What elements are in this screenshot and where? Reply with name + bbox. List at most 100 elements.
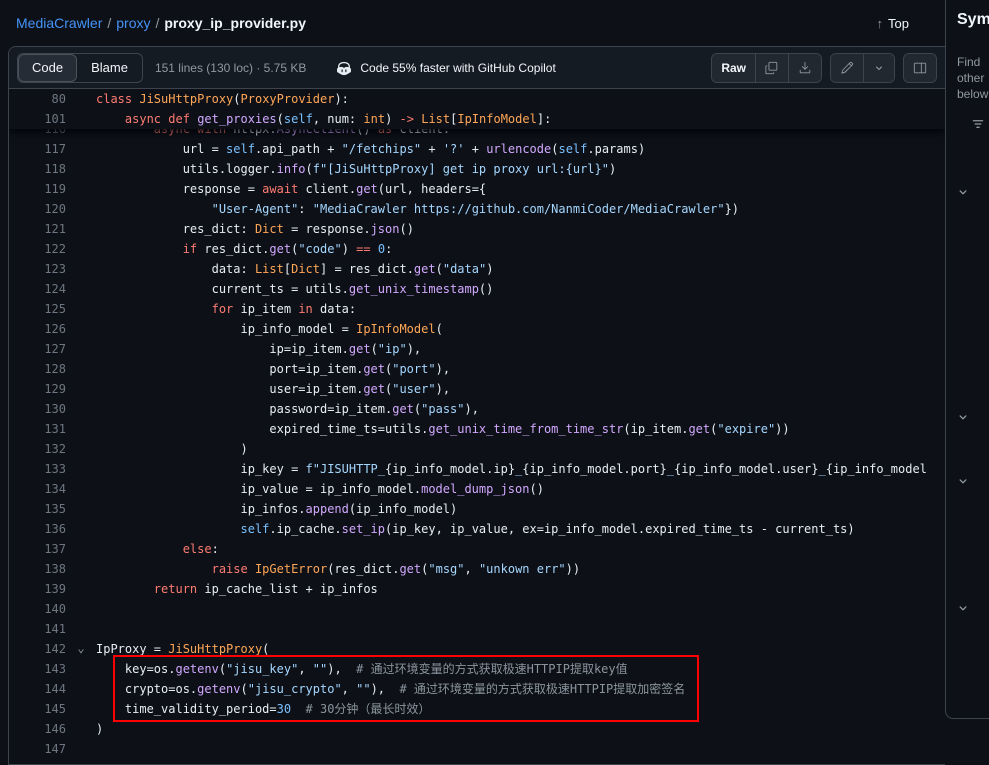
copy-button[interactable] xyxy=(755,54,788,82)
line-number[interactable]: 139 xyxy=(9,579,66,599)
tab-code[interactable]: Code xyxy=(18,54,77,82)
code-text: class JiSuHttpProxy(ProxyProvider): xyxy=(96,89,349,109)
line-number[interactable]: 136 xyxy=(9,519,66,539)
symbols-panel-description: Find xyxy=(957,55,980,69)
download-button[interactable] xyxy=(788,54,821,82)
code-text: ip_key = f"JISUHTTP_{ip_info_model.ip}_{… xyxy=(96,459,927,479)
fold-gutter xyxy=(66,679,96,699)
edit-dropdown-button[interactable] xyxy=(863,54,894,82)
line-number[interactable]: 134 xyxy=(9,479,66,499)
fold-gutter xyxy=(66,159,96,179)
code-line: 118 utils.logger.info(f"[JiSuHttpProxy] … xyxy=(9,159,945,179)
line-number[interactable]: 145 xyxy=(9,699,66,719)
symbols-panel-toggle-button[interactable] xyxy=(904,54,936,82)
line-number[interactable]: 144 xyxy=(9,679,66,699)
line-number[interactable]: 129 xyxy=(9,379,66,399)
line-number[interactable]: 120 xyxy=(9,199,66,219)
symbol-group-chevron-icon[interactable] xyxy=(956,601,972,617)
code-text: ip_infos.append(ip_info_model) xyxy=(96,499,457,519)
line-number[interactable]: 138 xyxy=(9,559,66,579)
code-lines: 116 async with httpx.AsyncClient() as cl… xyxy=(9,119,945,759)
line-number[interactable]: 121 xyxy=(9,219,66,239)
fold-gutter xyxy=(66,139,96,159)
line-number[interactable]: 135 xyxy=(9,499,66,519)
line-number[interactable]: 147 xyxy=(9,739,66,759)
code-line: 139 return ip_cache_list + ip_infos xyxy=(9,579,945,599)
raw-button[interactable]: Raw xyxy=(712,54,755,82)
fold-gutter xyxy=(66,299,96,319)
code-text: ip=ip_item.get("ip"), xyxy=(96,339,421,359)
code-line: 131 expired_time_ts=utils.get_unix_time_… xyxy=(9,419,945,439)
breadcrumb-dir-link[interactable]: proxy xyxy=(116,15,150,31)
code-line: 133 ip_key = f"JISUHTTP_{ip_info_model.i… xyxy=(9,459,945,479)
line-number[interactable]: 132 xyxy=(9,439,66,459)
code-line: 120 "User-Agent": "MediaCrawler https://… xyxy=(9,199,945,219)
fold-gutter xyxy=(66,319,96,339)
symbol-group-chevron-icon[interactable] xyxy=(956,185,972,201)
line-number[interactable]: 80 xyxy=(9,89,66,109)
symbol-group-chevron-icon[interactable] xyxy=(956,474,972,490)
fold-gutter xyxy=(66,379,96,399)
code-line: 122 if res_dict.get("code") == 0: xyxy=(9,239,945,259)
code-text: else: xyxy=(96,539,219,559)
line-number[interactable]: 117 xyxy=(9,139,66,159)
edit-button[interactable] xyxy=(831,54,863,82)
line-number[interactable]: 146 xyxy=(9,719,66,739)
line-number[interactable]: 131 xyxy=(9,419,66,439)
code-text: if res_dict.get("code") == 0: xyxy=(96,239,392,259)
line-number[interactable]: 101 xyxy=(9,109,66,129)
line-number[interactable]: 128 xyxy=(9,359,66,379)
code-line: 140 xyxy=(9,599,945,619)
fold-chevron-icon[interactable]: ⌄ xyxy=(66,639,96,659)
code-line: 125 for ip_item in data: xyxy=(9,299,945,319)
file-meta-info: 151 lines (130 loc) · 5.75 KB xyxy=(155,61,306,75)
fold-gutter xyxy=(66,399,96,419)
line-number[interactable]: 141 xyxy=(9,619,66,639)
code-line: 135 ip_infos.append(ip_info_model) xyxy=(9,499,945,519)
code-line: 137 else: xyxy=(9,539,945,559)
fold-gutter xyxy=(66,599,96,619)
code-line: 146) xyxy=(9,719,945,739)
code-text: ip_info_model = IpInfoModel( xyxy=(96,319,443,339)
line-number[interactable]: 123 xyxy=(9,259,66,279)
line-number[interactable]: 125 xyxy=(9,299,66,319)
line-number[interactable]: 126 xyxy=(9,319,66,339)
line-number[interactable]: 122 xyxy=(9,239,66,259)
filter-icon[interactable] xyxy=(971,117,985,136)
copilot-banner[interactable]: Code 55% faster with GitHub Copilot xyxy=(336,60,555,76)
code-text: ip_value = ip_info_model.model_dump_json… xyxy=(96,479,544,499)
breadcrumb-repo-link[interactable]: MediaCrawler xyxy=(16,15,102,31)
line-number[interactable]: 140 xyxy=(9,599,66,619)
symbols-panel-toggle-group xyxy=(903,53,937,83)
symbol-group-chevron-icon[interactable] xyxy=(956,410,972,426)
line-number[interactable]: 137 xyxy=(9,539,66,559)
code-line: 126 ip_info_model = IpInfoModel( xyxy=(9,319,945,339)
sidebar-panel-icon xyxy=(913,61,927,75)
line-number[interactable]: 133 xyxy=(9,459,66,479)
line-number[interactable]: 127 xyxy=(9,339,66,359)
line-number[interactable]: 124 xyxy=(9,279,66,299)
fold-gutter xyxy=(66,439,96,459)
line-number[interactable]: 143 xyxy=(9,659,66,679)
code-line: 80 class JiSuHttpProxy(ProxyProvider): xyxy=(9,89,945,109)
tab-blame[interactable]: Blame xyxy=(77,54,142,82)
line-number[interactable]: 118 xyxy=(9,159,66,179)
code-text: password=ip_item.get("pass"), xyxy=(96,399,479,419)
code-line: 142⌄IpProxy = JiSuHttpProxy( xyxy=(9,639,945,659)
fold-gutter xyxy=(66,459,96,479)
code-text: "User-Agent": "MediaCrawler https://gith… xyxy=(96,199,739,219)
back-to-top-link[interactable]: ↑ Top xyxy=(877,16,909,31)
code-text: ) xyxy=(96,439,248,459)
fold-gutter xyxy=(66,219,96,239)
line-number[interactable]: 130 xyxy=(9,399,66,419)
fold-gutter xyxy=(66,259,96,279)
fold-gutter xyxy=(66,479,96,499)
toolbar-actions: Raw xyxy=(711,53,937,83)
fold-gutter xyxy=(66,109,96,129)
file-container: Code Blame 151 lines (130 loc) · 5.75 KB… xyxy=(8,46,945,765)
fold-gutter xyxy=(66,239,96,259)
line-number[interactable]: 142 xyxy=(9,639,66,659)
copy-icon xyxy=(765,61,779,75)
fold-gutter xyxy=(66,579,96,599)
line-number[interactable]: 119 xyxy=(9,179,66,199)
